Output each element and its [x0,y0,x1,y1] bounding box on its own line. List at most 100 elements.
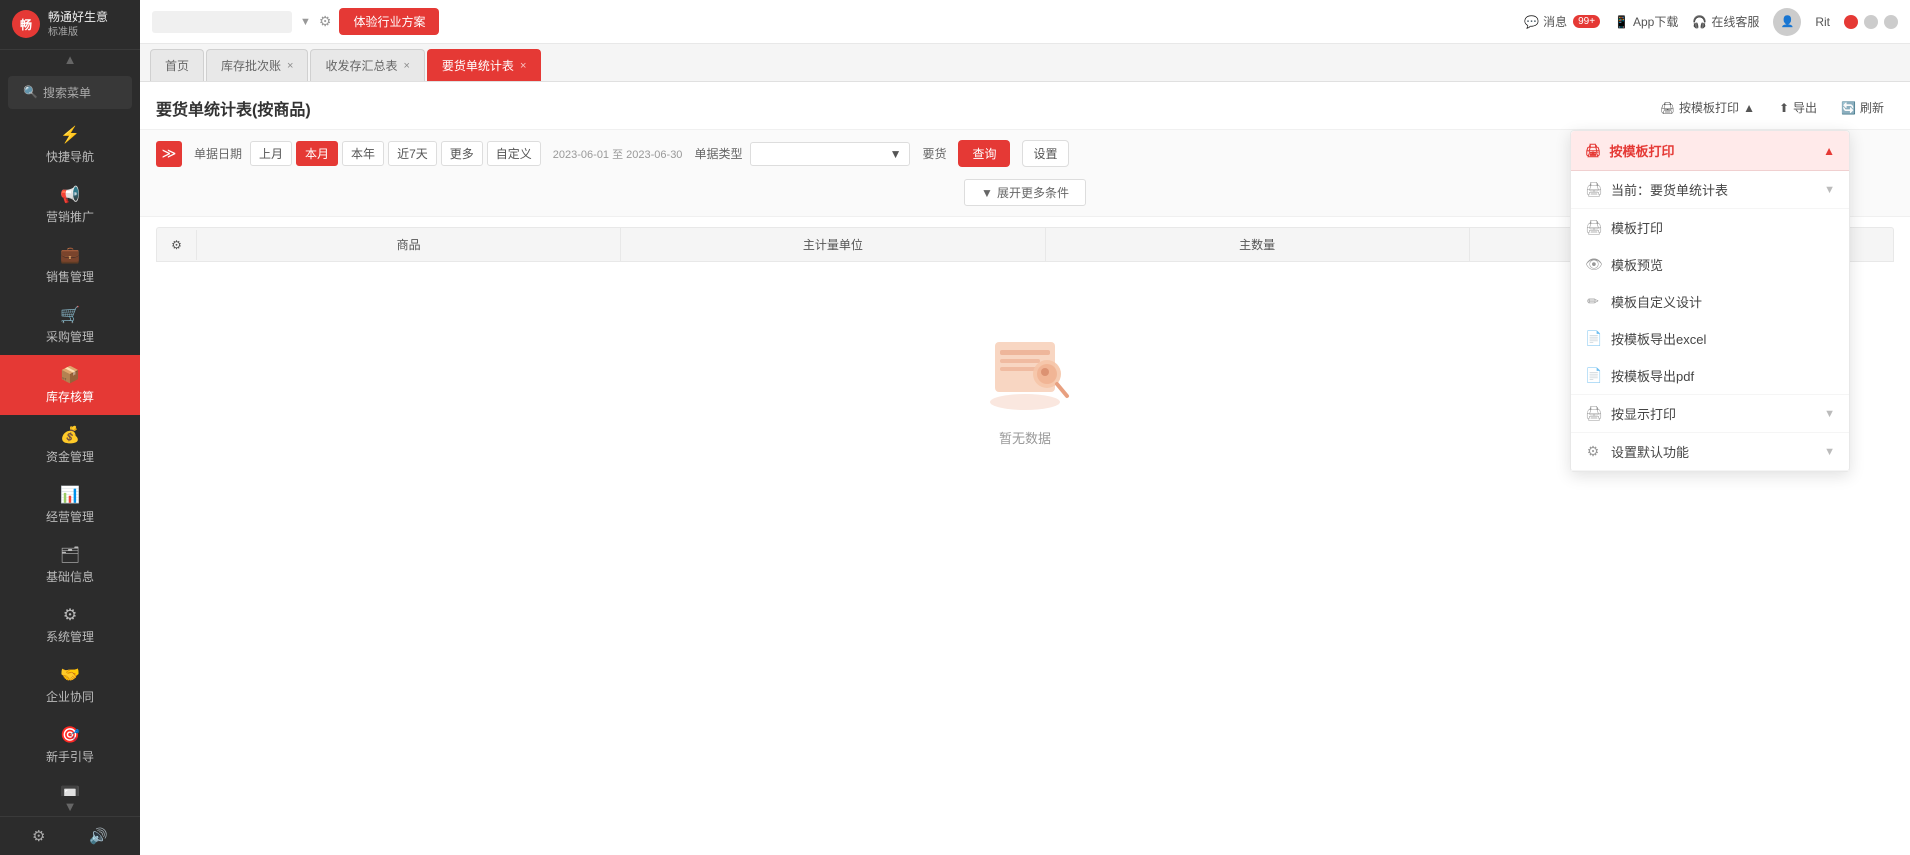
template-preview-item[interactable]: 👁 模板预览 [1571,246,1849,283]
app-download-btn[interactable]: 📱 App下载 [1614,13,1678,30]
footer-sound-btn[interactable]: 🔊 [89,827,108,845]
window-min-btn[interactable] [1864,15,1878,29]
sidebar-item-system[interactable]: ⚙ 系统管理 [0,595,140,655]
print-dropdown: 🖨 按模板打印 ▲ 🖨 当前：要货单统计表 ▼ 🖨 模板打印 [1570,130,1850,472]
sidebar-item-finance[interactable]: 💰 资金管理 [0,415,140,475]
sidebar-item-quick-nav[interactable]: ⚡ 快捷导航 [0,115,140,175]
sidebar-item-sales[interactable]: 💼 销售管理 [0,235,140,295]
current-arrow-icon: ▼ [1824,184,1835,196]
date-btn-more[interactable]: 更多 [441,141,483,166]
sidebar-item-basic[interactable]: 🗂 基础信息 [0,535,140,595]
messages-badge: 99+ [1573,15,1600,28]
set-default-item[interactable]: ⚙ 设置默认功能 ▼ [1571,433,1849,470]
topbar: ▼ ⚙ 体验行业方案 💬 消息 99+ 📱 App下载 🎧 在线客服 👤 Rit [140,0,1910,44]
tab-order-summary[interactable]: 要货单统计表 × [427,49,541,81]
tab-order-summary-close[interactable]: × [520,60,526,72]
date-range-text: 2023-06-01 至 2023-06-30 [553,146,683,162]
print-current-item[interactable]: 🖨 当前：要货单统计表 ▼ [1571,171,1849,208]
sidebar-scroll-down[interactable]: ▼ [0,796,140,816]
sidebar-item-label: 经营管理 [46,508,94,525]
finance-icon: 💰 [60,425,80,445]
date-filter-label: 单据日期 [194,145,242,162]
template-custom-icon: ✏ [1585,293,1601,310]
app-version: 标准版 [48,26,108,39]
display-print-label: 按显示打印 [1611,404,1676,423]
sidebar-item-inventory[interactable]: 📦 库存核算 [0,355,140,415]
tabbar: 首页 库存批次账 × 收发存汇总表 × 要货单统计表 × [140,44,1910,82]
date-btn-last-month[interactable]: 上月 [250,141,292,166]
date-btn-custom[interactable]: 自定义 [487,141,541,166]
search-icon: 🔍 [23,85,38,99]
username: Rit [1815,15,1830,29]
template-custom-label: 模板自定义设计 [1611,292,1702,311]
display-print-section: 🖨 按显示打印 ▼ [1571,395,1849,433]
sidebar-item-label: 快捷导航 [46,148,94,165]
sidebar-item-marketing[interactable]: 📢 营销推广 [0,175,140,235]
sidebar-item-enterprise[interactable]: 🤝 企业协同 [0,655,140,715]
tab-order-summary-label: 要货单统计表 [442,57,514,74]
refresh-btn[interactable]: 🔄 刷新 [1831,94,1894,121]
print-btn[interactable]: 🖨 按模板打印 ▲ [1650,94,1765,121]
date-btn-7days[interactable]: 近7天 [388,141,437,166]
set-default-label: 设置默认功能 [1611,442,1689,461]
tab-receipt-summary-close[interactable]: × [403,60,409,72]
print-dropdown-close-arrow[interactable]: ▲ [1823,144,1835,158]
settings-btn[interactable]: 设置 [1022,140,1068,167]
sidebar-item-purchase[interactable]: 🛒 采购管理 [0,295,140,355]
search-menu-btn[interactable]: 🔍 搜索菜单 [8,76,132,109]
type-select-arrow: ▼ [890,147,902,161]
sidebar-scroll-up[interactable]: ▲ [0,50,140,70]
template-export-excel-icon: 📄 [1585,330,1601,347]
template-custom-item[interactable]: ✏ 模板自定义设计 [1571,283,1849,320]
expand-icon: ▼ [981,186,993,200]
page-content: 要货单统计表(按商品) 🖨 按模板打印 ▲ ⬆ 导出 🔄 刷新 [140,82,1910,855]
template-export-excel-label: 按模板导出excel [1611,329,1706,348]
print-dropdown-icon: 🖨 [1585,143,1602,159]
template-export-excel-item[interactable]: 📄 按模板导出excel [1571,320,1849,357]
date-btn-this-year[interactable]: 本年 [342,141,384,166]
export-btn[interactable]: ⬆ 导出 [1769,94,1827,121]
trial-btn[interactable]: 体验行业方案 [339,8,439,35]
tab-receipt-summary[interactable]: 收发存汇总表 × [310,49,424,81]
online-service-btn[interactable]: 🎧 在线客服 [1692,13,1759,30]
messages-btn[interactable]: 💬 消息 99+ [1524,13,1600,30]
th-settings[interactable]: ⚙ [157,230,197,260]
page-title: 要货单统计表(按商品) [156,96,311,120]
breadcrumb-input[interactable] [152,11,292,33]
sidebar-item-label: 采购管理 [46,328,94,345]
refresh-icon: 🔄 [1841,101,1856,115]
type-select[interactable]: ▼ [750,142,910,166]
breadcrumb-dropdown-icon[interactable]: ▼ [300,16,311,28]
marketing-icon: 📢 [60,185,80,205]
sidebar-item-newbie[interactable]: 🎯 新手引导 [0,715,140,775]
window-close-btn[interactable] [1844,15,1858,29]
inventory-icon: 📦 [60,365,80,385]
tab-inventory-batch-label: 库存批次账 [221,57,281,74]
window-max-btn[interactable] [1884,15,1898,29]
footer-settings-btn[interactable]: ⚙ [32,827,45,845]
user-avatar: 👤 [1773,8,1801,36]
template-export-pdf-item[interactable]: 📄 按模板导出pdf [1571,357,1849,394]
app-logo: 畅 畅通好生意 标准版 [0,0,140,50]
tab-inventory-batch-close[interactable]: × [287,60,293,72]
query-btn[interactable]: 查询 [958,140,1010,167]
topbar-settings-icon[interactable]: ⚙ [319,13,332,30]
date-filter-group: 单据日期 上月 本月 本年 近7天 更多 自定义 2023-06-01 至 20… [194,141,682,166]
filter-toggle-btn[interactable]: ≫ [156,141,182,167]
basic-icon: 🗂 [60,545,80,565]
tab-inventory-batch[interactable]: 库存批次账 × [206,49,308,81]
set-default-icon: ⚙ [1585,443,1601,460]
expand-more-btn[interactable]: ▼ 展开更多条件 [964,179,1086,206]
type-filter-label: 单据类型 [694,145,742,162]
sidebar-item-apps[interactable]: 🔲 应用中心 [0,775,140,796]
date-btn-this-month[interactable]: 本月 [296,141,338,166]
tab-home-label: 首页 [165,57,189,74]
template-export-pdf-label: 按模板导出pdf [1611,366,1694,385]
th-quantity: 主数量 [1046,228,1470,261]
page-header: 要货单统计表(按商品) 🖨 按模板打印 ▲ ⬆ 导出 🔄 刷新 [140,82,1910,130]
template-print-item[interactable]: 🖨 模板打印 [1571,209,1849,246]
sidebar-item-label: 库存核算 [46,388,94,405]
display-print-item[interactable]: 🖨 按显示打印 ▼ [1571,395,1849,432]
sidebar-item-operations[interactable]: 📊 经营管理 [0,475,140,535]
tab-home[interactable]: 首页 [150,49,204,81]
